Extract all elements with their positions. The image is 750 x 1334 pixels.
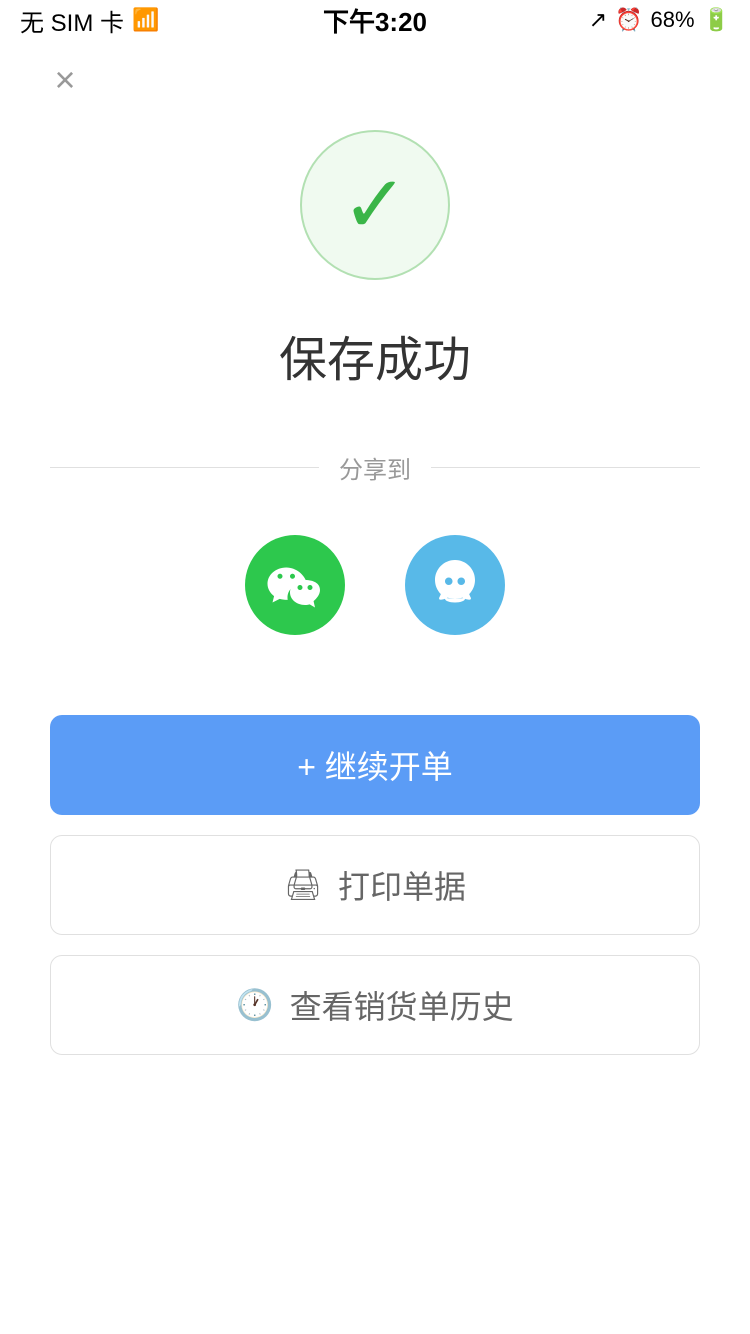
- status-right: ↗ ⏰ 68% 🔋: [589, 7, 730, 33]
- continue-label: + 继续开单: [297, 742, 453, 788]
- close-icon: ×: [54, 62, 75, 98]
- print-label: 打印单据: [338, 862, 466, 908]
- wechat-icon: [265, 555, 325, 615]
- qq-icon: [425, 555, 485, 615]
- alarm-icon: ⏰: [615, 7, 642, 33]
- share-icons: [245, 535, 505, 635]
- continue-button[interactable]: + 继续开单: [50, 715, 700, 815]
- main-content: ✓ 保存成功 分享到 + 继续开单 🖨 打印单据: [0, 40, 750, 1055]
- divider-line-left: [50, 467, 319, 468]
- divider-line-right: [431, 467, 700, 468]
- history-icon: 🕐: [236, 988, 273, 1023]
- battery-level: 68%: [651, 7, 695, 33]
- success-title: 保存成功: [279, 320, 471, 390]
- success-circle: ✓: [300, 130, 450, 280]
- wifi-icon: 📶: [132, 7, 159, 33]
- history-button[interactable]: 🕐 查看销货单历史: [50, 955, 700, 1055]
- qq-share-button[interactable]: [405, 535, 505, 635]
- history-label: 查看销货单历史: [290, 982, 514, 1028]
- print-button[interactable]: 🖨 打印单据: [50, 835, 700, 935]
- battery-icon: 🔋: [703, 7, 730, 33]
- location-icon: ↗: [589, 7, 607, 33]
- share-divider: 分享到: [50, 450, 700, 485]
- wechat-share-button[interactable]: [245, 535, 345, 635]
- sim-status: 无 SIM 卡: [20, 3, 124, 38]
- status-bar: 无 SIM 卡 📶 下午3:20 ↗ ⏰ 68% 🔋: [0, 0, 750, 40]
- close-button[interactable]: ×: [40, 55, 90, 105]
- status-time: 下午3:20: [323, 2, 427, 39]
- status-left: 无 SIM 卡 📶: [20, 3, 159, 38]
- checkmark-icon: ✓: [341, 165, 408, 245]
- action-buttons: + 继续开单 🖨 打印单据 🕐 查看销货单历史: [50, 715, 700, 1055]
- share-label: 分享到: [339, 450, 411, 485]
- print-icon: 🖨: [284, 868, 322, 903]
